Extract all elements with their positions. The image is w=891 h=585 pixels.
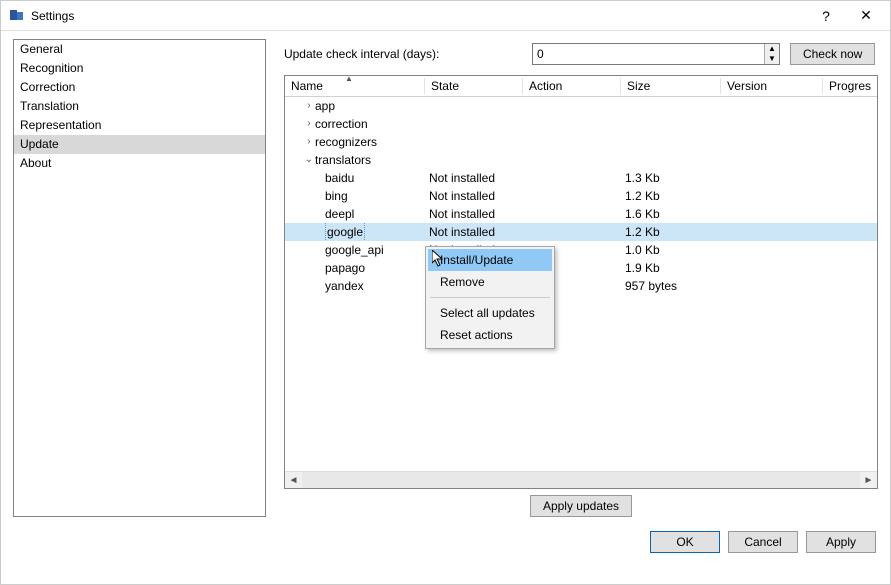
col-state[interactable]: State: [425, 76, 523, 96]
close-button[interactable]: ✕: [846, 2, 886, 30]
context-menu: Install/Update Remove Select all updates…: [425, 246, 555, 349]
tree-row-bing[interactable]: bing Not installed 1.2 Kb: [285, 187, 877, 205]
scroll-left-icon[interactable]: ◄: [285, 475, 302, 486]
sidebar-item-translation[interactable]: Translation: [14, 97, 265, 116]
tree-row-baidu[interactable]: baidu Not installed 1.3 Kb: [285, 169, 877, 187]
menu-install-update[interactable]: Install/Update: [428, 249, 552, 271]
tree-node-translators[interactable]: ⌄translators: [285, 151, 877, 169]
app-icon: [9, 8, 25, 24]
update-panel: Update check interval (days): ▲ ▼ Check …: [266, 39, 878, 517]
sidebar-item-recognition[interactable]: Recognition: [14, 59, 265, 78]
scroll-right-icon[interactable]: ►: [860, 475, 877, 486]
sidebar-item-general[interactable]: General: [14, 40, 265, 59]
interval-label: Update check interval (days):: [284, 47, 532, 61]
tree-row-papago[interactable]: papago Not installed 1.9 Kb: [285, 259, 877, 277]
sidebar-item-about[interactable]: About: [14, 154, 265, 173]
col-name[interactable]: Name ▲: [285, 76, 425, 96]
menu-remove[interactable]: Remove: [428, 271, 552, 293]
col-progress[interactable]: Progres: [823, 76, 877, 96]
tree-node-correction[interactable]: ›correction: [285, 115, 877, 133]
check-now-button[interactable]: Check now: [790, 43, 875, 65]
sidebar-item-update[interactable]: Update: [14, 135, 265, 154]
sort-indicator-icon: ▲: [345, 75, 353, 83]
scroll-track[interactable]: [302, 472, 860, 488]
tree-row-google-api[interactable]: google_api Not installed 1.0 Kb: [285, 241, 877, 259]
chevron-right-icon[interactable]: ›: [303, 133, 315, 151]
ok-button[interactable]: OK: [650, 531, 720, 553]
settings-sidebar: General Recognition Correction Translati…: [13, 39, 266, 517]
help-button[interactable]: ?: [806, 2, 846, 30]
chevron-down-icon[interactable]: ⌄: [303, 151, 315, 169]
menu-select-all-updates[interactable]: Select all updates: [428, 302, 552, 324]
menu-reset-actions[interactable]: Reset actions: [428, 324, 552, 346]
menu-separator: [430, 297, 550, 298]
col-action[interactable]: Action: [523, 76, 621, 96]
col-version[interactable]: Version: [721, 76, 823, 96]
chevron-right-icon[interactable]: ›: [303, 97, 315, 115]
spin-up-icon[interactable]: ▲: [765, 44, 779, 54]
tree-row-yandex[interactable]: yandex 957 bytes: [285, 277, 877, 295]
updates-tree: Name ▲ State Action Size Version Progres…: [284, 75, 878, 489]
apply-button[interactable]: Apply: [806, 531, 876, 553]
col-size[interactable]: Size: [621, 76, 721, 96]
interval-spinner[interactable]: ▲ ▼: [532, 43, 780, 65]
titlebar: Settings ? ✕: [1, 1, 890, 31]
spin-down-icon[interactable]: ▼: [765, 54, 779, 64]
tree-node-recognizers[interactable]: ›recognizers: [285, 133, 877, 151]
chevron-right-icon[interactable]: ›: [303, 115, 315, 133]
tree-header: Name ▲ State Action Size Version Progres: [285, 76, 877, 97]
dialog-buttons: OK Cancel Apply: [1, 521, 890, 563]
apply-updates-button[interactable]: Apply updates: [530, 495, 632, 517]
tree-node-app[interactable]: ›app: [285, 97, 877, 115]
horizontal-scrollbar[interactable]: ◄ ►: [285, 471, 877, 488]
sidebar-item-representation[interactable]: Representation: [14, 116, 265, 135]
cancel-button[interactable]: Cancel: [728, 531, 798, 553]
sidebar-item-correction[interactable]: Correction: [14, 78, 265, 97]
tree-row-google[interactable]: google Not installed 1.2 Kb: [285, 223, 877, 241]
tree-row-deepl[interactable]: deepl Not installed 1.6 Kb: [285, 205, 877, 223]
interval-input[interactable]: [533, 47, 764, 61]
window-title: Settings: [31, 9, 74, 23]
